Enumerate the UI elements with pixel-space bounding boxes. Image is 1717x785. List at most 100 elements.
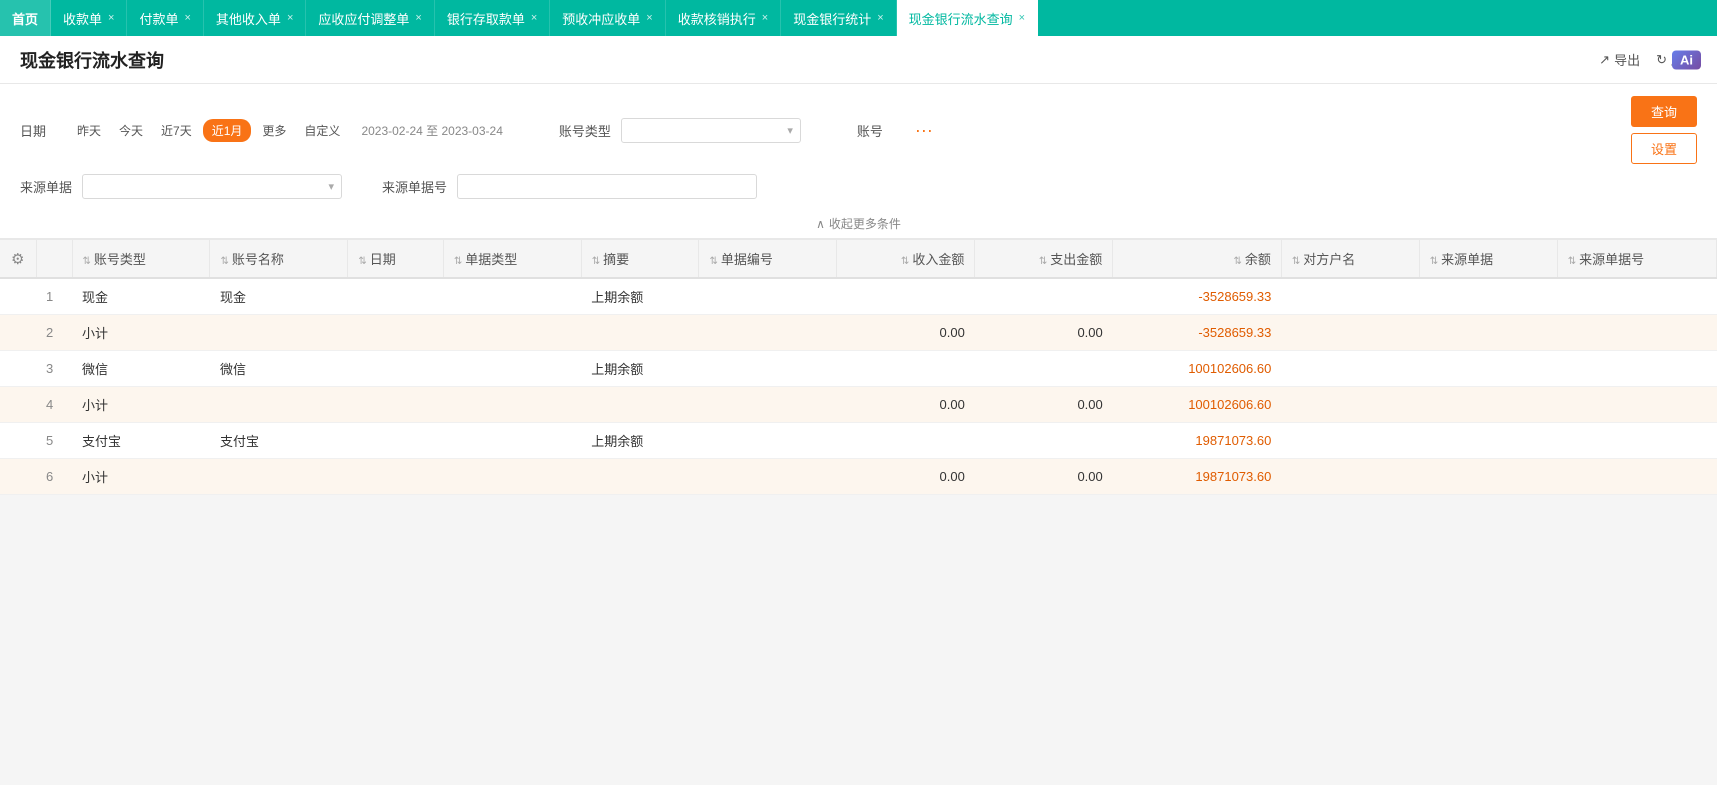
row-counterparty [1281,315,1419,351]
row-account-type: 现金 [72,278,210,315]
col-income[interactable]: ⇅收入金额 [837,240,975,279]
row-balance: 100102606.60 [1113,387,1282,423]
row-expense [975,423,1113,459]
ai-badge[interactable]: Ai [1672,50,1701,69]
col-doc-no[interactable]: ⇅单据编号 [699,240,837,279]
row-doc-type [443,423,581,459]
table-row: 2 小计 0.00 0.00 -3528659.33 [0,315,1717,351]
date-option-btn[interactable]: 今天 [112,119,150,142]
row-summary [581,315,699,351]
row-date [348,459,443,495]
row-balance: 100102606.60 [1113,351,1282,387]
account-label: 账号 [857,121,897,140]
date-option-btn[interactable]: 更多 [255,119,293,142]
date-option-btn[interactable]: 昨天 [70,119,108,142]
table-row: 3 微信 微信 上期余额 100102606.60 [0,351,1717,387]
nav-tab[interactable]: 收款核销执行× [666,0,781,36]
top-nav: 首页 收款单×付款单×其他收入单×应收应付调整单×银行存取款单×预收冲应收单×收… [0,0,1717,36]
row-source-doc-no [1557,315,1716,351]
date-buttons: 昨天今天近7天近1月更多自定义 [70,119,347,142]
row-counterparty [1281,387,1419,423]
row-account-type: 小计 [72,387,210,423]
account-type-label: 账号类型 [559,121,611,140]
row-source-doc-no [1557,351,1716,387]
nav-tab[interactable]: 现金银行统计× [781,0,896,36]
nav-tab[interactable]: 现金银行流水查询× [897,0,1038,36]
col-account-type[interactable]: ⇅账号类型 [72,240,210,279]
row-num: 4 [36,387,72,423]
row-source-doc [1419,351,1557,387]
date-option-btn[interactable]: 自定义 [297,119,347,142]
account-type-select[interactable] [621,118,801,143]
row-source-doc-no [1557,278,1716,315]
source-doc-no-label: 来源单据号 [382,177,447,196]
date-option-btn[interactable]: 近7天 [154,119,199,142]
source-doc-select-wrap: ▾ [82,174,342,199]
source-doc-select[interactable] [82,174,342,199]
col-expense[interactable]: ⇅支出金额 [975,240,1113,279]
row-account-type: 支付宝 [72,423,210,459]
source-doc-no-input[interactable] [457,174,757,199]
source-doc-filter-block: 来源单据 ▾ [20,174,342,199]
col-account-name[interactable]: ⇅账号名称 [210,240,348,279]
col-source-doc[interactable]: ⇅来源单据 [1419,240,1557,279]
row-counterparty [1281,278,1419,315]
col-num [36,240,72,279]
row-num: 1 [36,278,72,315]
table-row: 4 小计 0.00 0.00 100102606.60 [0,387,1717,423]
row-income [837,423,975,459]
date-option-btn[interactable]: 近1月 [203,119,252,142]
row-expense [975,351,1113,387]
row-settings-cell [0,278,36,315]
nav-tab[interactable]: 付款单× [127,0,203,36]
filter-area: 日期 昨天今天近7天近1月更多自定义 2023-02-24 至 2023-03-… [0,84,1717,239]
row-account-type: 小计 [72,315,210,351]
source-doc-no-filter-block: 来源单据号 [382,174,757,199]
settings-button[interactable]: 设置 [1631,133,1697,164]
row-date [348,387,443,423]
row-settings-cell [0,351,36,387]
col-source-doc-no[interactable]: ⇅来源单据号 [1557,240,1716,279]
row-settings-cell [0,315,36,351]
nav-tab[interactable]: 收款单× [51,0,127,36]
export-button[interactable]: ↗ 导出 [1599,50,1640,69]
nav-tab[interactable]: 应收应付调整单× [306,0,434,36]
source-doc-label: 来源单据 [20,177,72,196]
row-num: 6 [36,459,72,495]
row-num: 5 [36,423,72,459]
query-button[interactable]: 查询 [1631,96,1697,127]
gear-icon[interactable]: ⚙ [11,251,24,268]
row-expense [975,278,1113,315]
nav-tab[interactable]: 预收冲应收单× [550,0,665,36]
table-header-row: ⚙ ⇅账号类型 ⇅账号名称 ⇅日期 ⇅单据类型 ⇅摘要 ⇅单据编号 ⇅收入金额 … [0,240,1717,279]
col-settings: ⚙ [0,240,36,279]
col-doc-type[interactable]: ⇅单据类型 [443,240,581,279]
nav-tab[interactable]: 银行存取款单× [435,0,550,36]
col-summary[interactable]: ⇅摘要 [581,240,699,279]
nav-tab[interactable]: 其他收入单× [204,0,306,36]
row-doc-no [699,459,837,495]
table-row: 1 现金 现金 上期余额 -3528659.33 [0,278,1717,315]
account-more-icon[interactable]: ··· [915,120,933,141]
row-settings-cell [0,387,36,423]
row-income: 0.00 [837,459,975,495]
row-income [837,278,975,315]
row-settings-cell [0,459,36,495]
row-summary: 上期余额 [581,423,699,459]
row-doc-type [443,315,581,351]
data-table: ⚙ ⇅账号类型 ⇅账号名称 ⇅日期 ⇅单据类型 ⇅摘要 ⇅单据编号 ⇅收入金额 … [0,239,1717,495]
row-account-name [210,387,348,423]
collapse-bar[interactable]: ∧ 收起更多条件 [20,209,1697,238]
col-date[interactable]: ⇅日期 [348,240,443,279]
row-doc-no [699,423,837,459]
row-source-doc-no [1557,387,1716,423]
row-source-doc [1419,459,1557,495]
row-doc-type [443,459,581,495]
col-counterparty[interactable]: ⇅对方户名 [1281,240,1419,279]
table-container: ⚙ ⇅账号类型 ⇅账号名称 ⇅日期 ⇅单据类型 ⇅摘要 ⇅单据编号 ⇅收入金额 … [0,239,1717,495]
nav-home[interactable]: 首页 [0,0,51,36]
filter-row-2: 来源单据 ▾ 来源单据号 [20,174,1697,199]
col-balance[interactable]: ⇅余额 [1113,240,1282,279]
page-title: 现金银行流水查询 [20,47,164,73]
row-doc-no [699,278,837,315]
